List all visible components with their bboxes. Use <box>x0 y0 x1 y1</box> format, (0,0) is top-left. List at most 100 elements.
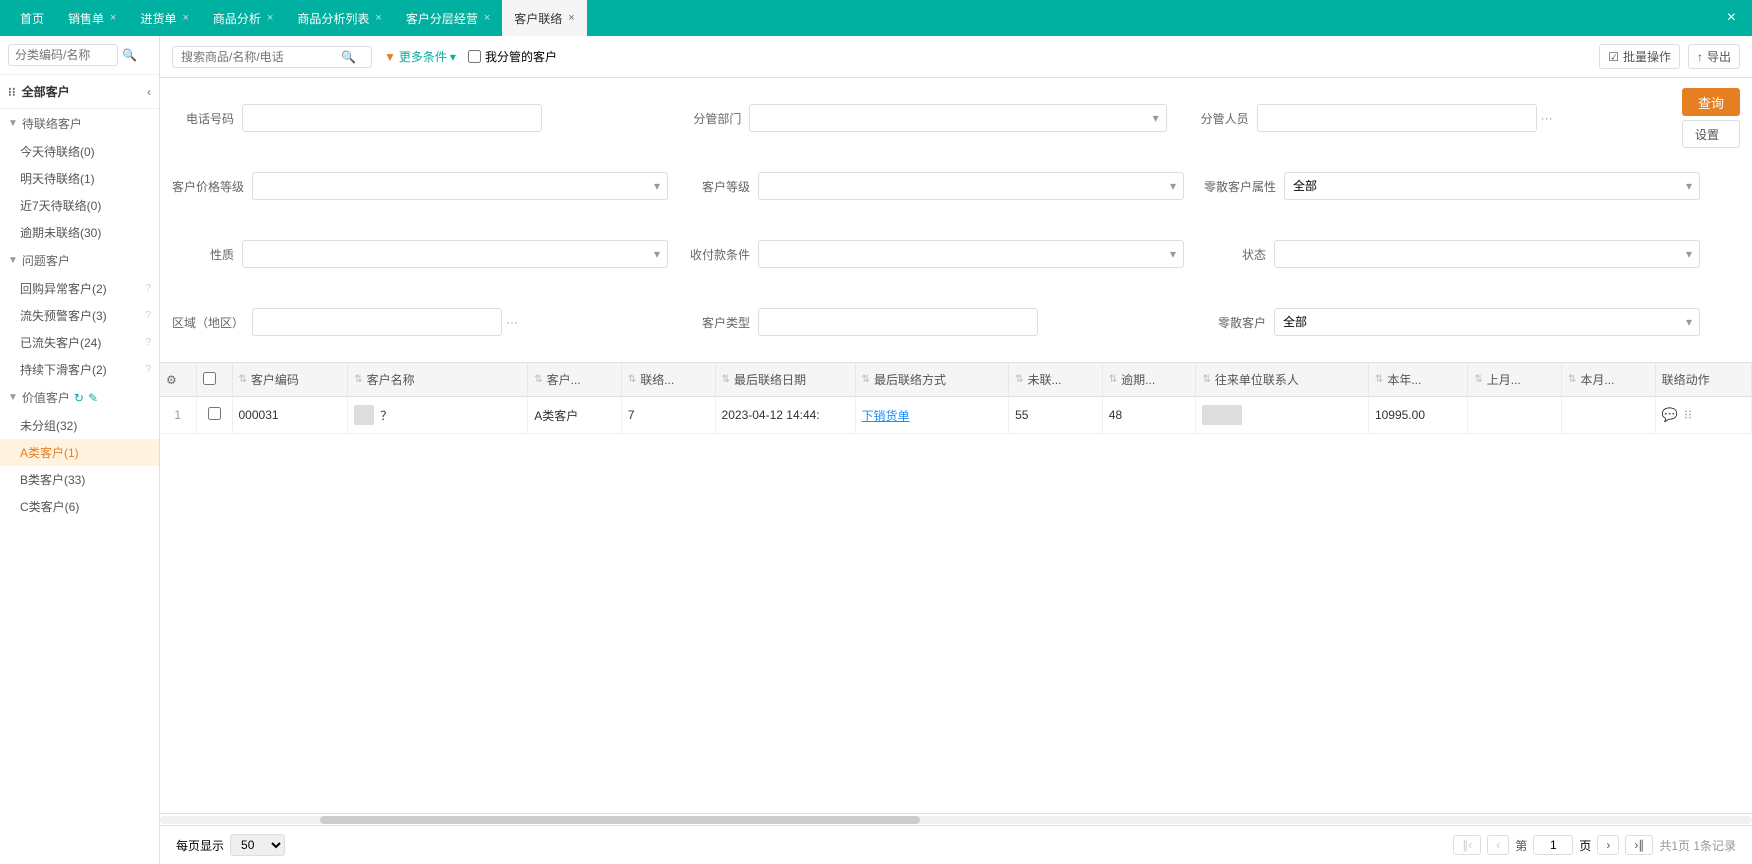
nav-product-analysis[interactable]: 商品分析 × <box>201 0 285 36</box>
price-level-select[interactable] <box>252 172 668 200</box>
filter-nature-field: 性质 ▾ <box>172 240 668 268</box>
col-category-sort-icon[interactable]: ⇅ <box>534 374 542 385</box>
page-number-input[interactable] <box>1533 835 1573 855</box>
row-checkbox-cell <box>196 397 232 434</box>
pagination-bar: 每页显示 10 20 50 100 ∥‹ ‹ 第 页 › ›∥ 共1页 1条记录 <box>160 825 1752 864</box>
main-search-icon[interactable]: 🔍 <box>341 50 356 64</box>
export-button[interactable]: ↑ 导出 <box>1688 44 1740 69</box>
next-page-button[interactable]: › <box>1597 835 1619 855</box>
nav-customer-segment[interactable]: 客户分层经营 × <box>394 0 502 36</box>
refresh-icon[interactable]: ↻ <box>74 391 84 405</box>
nav-product-analysis-list[interactable]: 商品分析列表 × <box>285 0 393 36</box>
retail-customer-select[interactable]: 全部 是 否 <box>1274 308 1700 336</box>
sidebar-group-pending-contact[interactable]: ▼ 待联络客户 <box>0 109 159 138</box>
chat-action-icon[interactable]: 💬 <box>1662 407 1678 423</box>
sidebar-all-customers-header[interactable]: ⁝⁝ 全部客户 ‹ <box>0 75 159 109</box>
col-last-month: ⇅ 上月... <box>1468 363 1562 397</box>
region-input[interactable] <box>252 308 502 336</box>
retail-attr-select[interactable]: 全部 是 否 <box>1284 172 1700 200</box>
status-select[interactable] <box>1274 240 1700 268</box>
row-method-cell[interactable]: 下销货单 <box>855 397 1009 434</box>
sidebar-item-7day-pending[interactable]: 近7天待联络(0) <box>0 192 159 219</box>
table-settings-icon[interactable]: ⚙ <box>166 373 177 387</box>
region-more-button[interactable]: ··· <box>502 315 522 329</box>
col-actions: 联络动作 <box>1655 363 1751 397</box>
batch-operations-button[interactable]: ☑ 批量操作 <box>1599 44 1680 69</box>
phone-input[interactable] <box>242 104 542 132</box>
nav-sales-order[interactable]: 销售单 × <box>56 0 128 36</box>
sidebar-item-churned[interactable]: 已流失客户(24) ? <box>0 329 159 356</box>
advanced-filter-panel: 电话号码 分管部门 ▾ 分管人员 ·· <box>160 78 1752 363</box>
col-unit-sort-icon[interactable]: ⇅ <box>1202 374 1210 385</box>
category-search-input[interactable] <box>8 44 118 66</box>
sidebar-item-tomorrow-pending[interactable]: 明天待联络(1) <box>0 165 159 192</box>
sidebar-item-continuous-decline[interactable]: 持续下滑客户(2) ? <box>0 356 159 383</box>
col-not-contacted-sort-icon[interactable]: ⇅ <box>1015 374 1023 385</box>
col-last-month-sort-icon[interactable]: ⇅ <box>1474 374 1482 385</box>
nature-select[interactable] <box>242 240 668 268</box>
col-this-month-sort-icon[interactable]: ⇅ <box>1568 374 1576 385</box>
last-page-button[interactable]: ›∥ <box>1625 835 1653 855</box>
sidebar-group-problem-customers[interactable]: ▼ 问题客户 <box>0 246 159 275</box>
nav-customer-contact-close[interactable]: × <box>568 12 574 24</box>
customer-type-input[interactable] <box>758 308 1038 336</box>
nav-purchase-order[interactable]: 进货单 × <box>128 0 200 36</box>
sidebar-item-c-class[interactable]: C类客户(6) <box>0 493 159 520</box>
nav-home[interactable]: 首页 <box>8 0 56 36</box>
nav-product-analysis-list-close[interactable]: × <box>375 12 381 24</box>
nav-customer-contact[interactable]: 客户联络 × <box>502 0 586 36</box>
col-last-date-sort-icon[interactable]: ⇅ <box>722 374 730 385</box>
col-method-sort-icon[interactable]: ⇅ <box>862 374 870 385</box>
sidebar-item-today-pending[interactable]: 今天待联络(0) <box>0 138 159 165</box>
sidebar-item-b-class[interactable]: B类客户(33) <box>0 466 159 493</box>
action-icons-group: 💬 ⁝⁝ <box>1662 407 1745 423</box>
sidebar-group-value-customers[interactable]: ▼ 价值客户 ↻ ✎ <box>0 383 159 412</box>
col-gear: ⚙ <box>160 363 196 397</box>
query-button[interactable]: 查询 <box>1682 88 1740 116</box>
grid-action-icon[interactable]: ⁝⁝ <box>1684 407 1692 423</box>
col-overdue: ⇅ 逾期... <box>1102 363 1196 397</box>
row-actions-cell: 💬 ⁝⁝ <box>1655 397 1751 434</box>
page-size-area: 每页显示 10 20 50 100 <box>176 834 285 856</box>
sidebar-item-overdue-no-contact[interactable]: 逾期未联络(30) <box>0 219 159 246</box>
more-conditions-button[interactable]: ▼ 更多条件 ▾ <box>384 48 456 65</box>
edit-value-group-icon[interactable]: ✎ <box>88 391 98 405</box>
my-customer-checkbox[interactable] <box>468 50 481 63</box>
filter-row-1: 电话号码 分管部门 ▾ 分管人员 ·· <box>172 88 1740 148</box>
col-this-year-sort-icon[interactable]: ⇅ <box>1375 374 1383 385</box>
page-size-select[interactable]: 10 20 50 100 <box>230 834 285 856</box>
col-overdue-sort-icon[interactable]: ⇅ <box>1109 374 1117 385</box>
sidebar-item-a-class[interactable]: A类客户(1) <box>0 439 159 466</box>
col-contact-sort-icon[interactable]: ⇅ <box>628 374 636 385</box>
customer-level-select[interactable] <box>758 172 1184 200</box>
nav-customer-segment-close[interactable]: × <box>484 12 490 24</box>
dept-label: 分管部门 <box>679 110 749 127</box>
person-input[interactable] <box>1257 104 1537 132</box>
select-all-checkbox[interactable] <box>203 372 216 385</box>
sidebar-collapse-button[interactable]: ‹ <box>147 85 151 99</box>
window-close-button[interactable]: × <box>1719 9 1744 27</box>
dept-select[interactable] <box>749 104 1166 132</box>
phone-label: 电话号码 <box>172 110 242 127</box>
sidebar-item-churn-warning[interactable]: 流失预警客户(3) ? <box>0 302 159 329</box>
payment-select[interactable] <box>758 240 1184 268</box>
col-customer-name-sort-icon[interactable]: ⇅ <box>354 374 362 385</box>
category-search-icon[interactable]: 🔍 <box>122 48 137 62</box>
first-page-button[interactable]: ∥‹ <box>1453 835 1481 855</box>
col-customer-code-sort-icon[interactable]: ⇅ <box>239 374 247 385</box>
col-unit-contact: ⇅ 往来单位联系人 <box>1196 363 1369 397</box>
nav-purchase-order-close[interactable]: × <box>182 12 188 24</box>
sidebar-item-ungrouped[interactable]: 未分组(32) <box>0 412 159 439</box>
my-customer-checkbox-label[interactable]: 我分管的客户 <box>468 48 557 65</box>
setting-button[interactable]: 设置 <box>1682 120 1740 148</box>
prev-page-button[interactable]: ‹ <box>1487 835 1509 855</box>
person-more-button[interactable]: ··· <box>1537 111 1557 125</box>
scrollbar-thumb[interactable] <box>320 816 920 824</box>
nav-product-analysis-close[interactable]: × <box>267 12 273 24</box>
nav-sales-order-close[interactable]: × <box>110 12 116 24</box>
main-search-box: 🔍 <box>172 46 372 68</box>
page-label: 第 <box>1515 837 1527 854</box>
main-search-input[interactable] <box>181 50 341 64</box>
row-select-checkbox[interactable] <box>208 407 221 420</box>
sidebar-item-repurchase-abnormal[interactable]: 回购异常客户(2) ? <box>0 275 159 302</box>
